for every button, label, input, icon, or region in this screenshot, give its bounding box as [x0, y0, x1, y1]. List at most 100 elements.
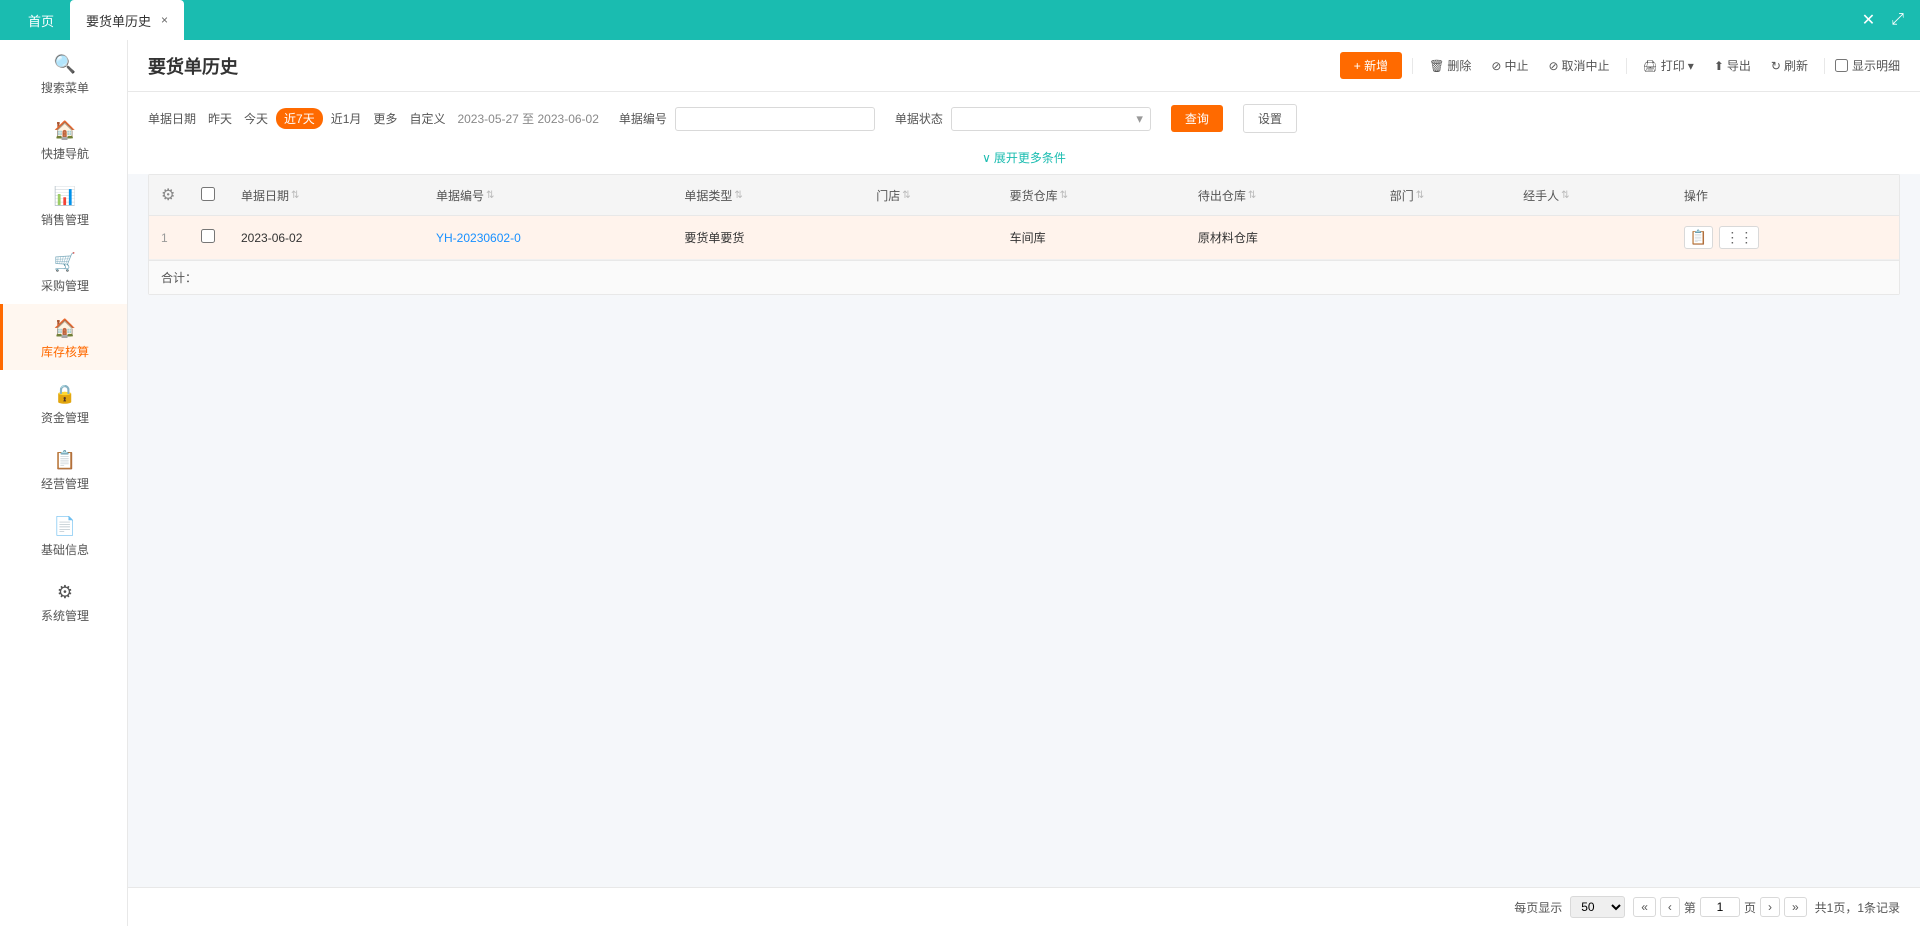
export-icon: ⬆	[1714, 59, 1724, 73]
tab-home[interactable]: 首页	[12, 0, 70, 40]
top-bar-right: ✕ ⤢	[1858, 6, 1908, 34]
new-button[interactable]: + 新增	[1340, 52, 1402, 79]
display-detail-label: 显示明细	[1852, 57, 1900, 74]
expand-more-button[interactable]: ∨ 展开更多条件	[982, 149, 1066, 166]
sidebar-item-finance-label: 资金管理	[41, 409, 89, 426]
page-header: 要货单历史 + 新增 🗑 删除 ⊘ 中止 ⊘	[128, 40, 1920, 92]
last7days-btn[interactable]: 近7天	[276, 108, 323, 129]
delete-button[interactable]: 🗑 删除	[1423, 53, 1477, 78]
yesterday-btn[interactable]: 昨天	[204, 108, 236, 129]
last1month-btn[interactable]: 近1月	[327, 108, 366, 129]
handler-sort-icon: ⇅	[1561, 190, 1569, 201]
sidebar-item-system[interactable]: ⚙ 系统管理	[0, 568, 127, 634]
status-filter-group: 单据状态	[895, 107, 1151, 131]
col-settings: ⚙	[149, 175, 189, 216]
date-filter-group: 单据日期 昨天 今天 近7天 近1月 更多 自定义 2023-05-27 至 2…	[148, 108, 599, 129]
tab-requisition-history[interactable]: 要货单历史 ×	[70, 0, 184, 40]
divider-1	[1412, 58, 1413, 74]
display-detail-checkbox[interactable]	[1835, 59, 1848, 72]
column-settings-icon[interactable]: ⚙	[161, 187, 175, 204]
cancel-stop-label: 取消中止	[1562, 57, 1610, 74]
purchase-icon: 🛒	[54, 252, 76, 273]
cancel-stop-button[interactable]: ⊘ 取消中止	[1542, 53, 1615, 78]
operation-icon: 📋	[54, 450, 76, 471]
sidebar-item-search-menu-label: 搜索菜单	[41, 79, 89, 96]
page-size-select[interactable]: 50 20 100 200	[1570, 896, 1625, 918]
cell-handler	[1511, 216, 1672, 260]
settings-button[interactable]: 设置	[1243, 104, 1297, 133]
row-more-button[interactable]: ⋮⋮	[1719, 226, 1759, 249]
col-department: 部门 ⇅	[1378, 175, 1511, 216]
last-page-button[interactable]: »	[1784, 897, 1807, 917]
col-doctype: 单据类型 ⇅	[672, 175, 864, 216]
refresh-button[interactable]: ↻ 刷新	[1765, 53, 1814, 78]
filter-area: 单据日期 昨天 今天 近7天 近1月 更多 自定义 2023-05-27 至 2…	[128, 92, 1920, 174]
page-number-input[interactable]: 1	[1700, 897, 1740, 917]
basic-info-icon: 📄	[54, 516, 76, 537]
divider-3	[1824, 58, 1825, 74]
store-sort-icon: ⇅	[902, 190, 910, 201]
cell-docno: YH-20230602-0	[424, 216, 672, 260]
filter-row-1: 单据日期 昨天 今天 近7天 近1月 更多 自定义 2023-05-27 至 2…	[148, 104, 1900, 143]
col-reqwarehouse-label: 要货仓库	[1010, 187, 1058, 204]
window-close-button[interactable]: ✕	[1858, 6, 1879, 34]
docno-sort-icon: ⇅	[486, 190, 494, 201]
docno-input[interactable]	[675, 107, 875, 131]
docno-label: 单据编号	[619, 110, 667, 127]
cell-rownum: 1	[149, 216, 189, 260]
tab-close-icon[interactable]: ×	[161, 13, 168, 27]
col-handler: 经手人 ⇅	[1511, 175, 1672, 216]
prev-page-button[interactable]: ‹	[1660, 897, 1680, 917]
cell-reqwarehouse: 车间库	[998, 216, 1186, 260]
pendingwarehouse-sort-icon: ⇅	[1248, 190, 1256, 201]
more-btn[interactable]: 更多	[369, 108, 401, 129]
query-button-label: 查询	[1185, 110, 1209, 127]
next-page-button[interactable]: ›	[1760, 897, 1780, 917]
custom-btn[interactable]: 自定义	[405, 108, 449, 129]
query-button[interactable]: 查询	[1171, 105, 1223, 132]
row-docno-link[interactable]: YH-20230602-0	[436, 231, 521, 245]
select-all-checkbox[interactable]	[201, 187, 215, 201]
system-icon: ⚙	[57, 582, 73, 603]
col-date-label: 单据日期	[241, 187, 289, 204]
col-department-label: 部门	[1390, 187, 1414, 204]
sidebar-item-finance[interactable]: 🔒 资金管理	[0, 370, 127, 436]
top-bar: 首页 要货单历史 × ✕ ⤢	[0, 0, 1920, 40]
print-button[interactable]: 🖨 打印 ▾	[1637, 53, 1700, 78]
table-area: ⚙ 单据日期 ⇅	[128, 174, 1920, 887]
page-prefix-label: 第	[1684, 899, 1696, 916]
sidebar-item-operation-label: 经营管理	[41, 475, 89, 492]
today-btn[interactable]: 今天	[240, 108, 272, 129]
delete-label: 删除	[1447, 57, 1471, 74]
sidebar-item-search-menu[interactable]: 🔍 搜索菜单	[0, 40, 127, 106]
inventory-icon: 🏠	[54, 318, 76, 339]
row-checkbox[interactable]	[201, 229, 215, 243]
expand-down-icon: ∨	[982, 151, 991, 165]
status-select[interactable]	[951, 107, 1151, 131]
date-filter-label: 单据日期	[148, 110, 196, 127]
finance-icon: 🔒	[54, 384, 76, 405]
export-button[interactable]: ⬆ 导出	[1708, 53, 1757, 78]
tab-home-label: 首页	[28, 11, 54, 30]
sidebar-item-inventory[interactable]: 🏠 库存核算	[0, 304, 127, 370]
stop-button[interactable]: ⊘ 中止	[1485, 53, 1534, 78]
search-menu-icon: 🔍	[54, 54, 76, 75]
print-label: 打印	[1661, 57, 1685, 74]
row-operations: 📋 ⋮⋮	[1684, 226, 1887, 249]
sidebar-item-purchase-label: 采购管理	[41, 277, 89, 294]
window-max-button[interactable]: ⤢	[1887, 7, 1908, 33]
cell-date: 2023-06-02	[229, 216, 424, 260]
display-detail-toggle[interactable]: 显示明细	[1835, 57, 1900, 74]
col-handler-label: 经手人	[1523, 187, 1559, 204]
col-operation-label: 操作	[1684, 189, 1708, 203]
sidebar-item-basic-info[interactable]: 📄 基础信息	[0, 502, 127, 568]
sidebar-item-purchase[interactable]: 🛒 采购管理	[0, 238, 127, 304]
cell-pendingwarehouse: 原材料仓库	[1186, 216, 1378, 260]
row-edit-button[interactable]: 📋	[1684, 226, 1713, 249]
sidebar-item-operation[interactable]: 📋 经营管理	[0, 436, 127, 502]
first-page-button[interactable]: «	[1633, 897, 1656, 917]
sidebar-item-quick-nav[interactable]: 🏠 快捷导航	[0, 106, 127, 172]
row-date: 2023-06-02	[241, 231, 302, 245]
sidebar-item-sales[interactable]: 📊 销售管理	[0, 172, 127, 238]
new-button-label: + 新增	[1354, 57, 1388, 74]
